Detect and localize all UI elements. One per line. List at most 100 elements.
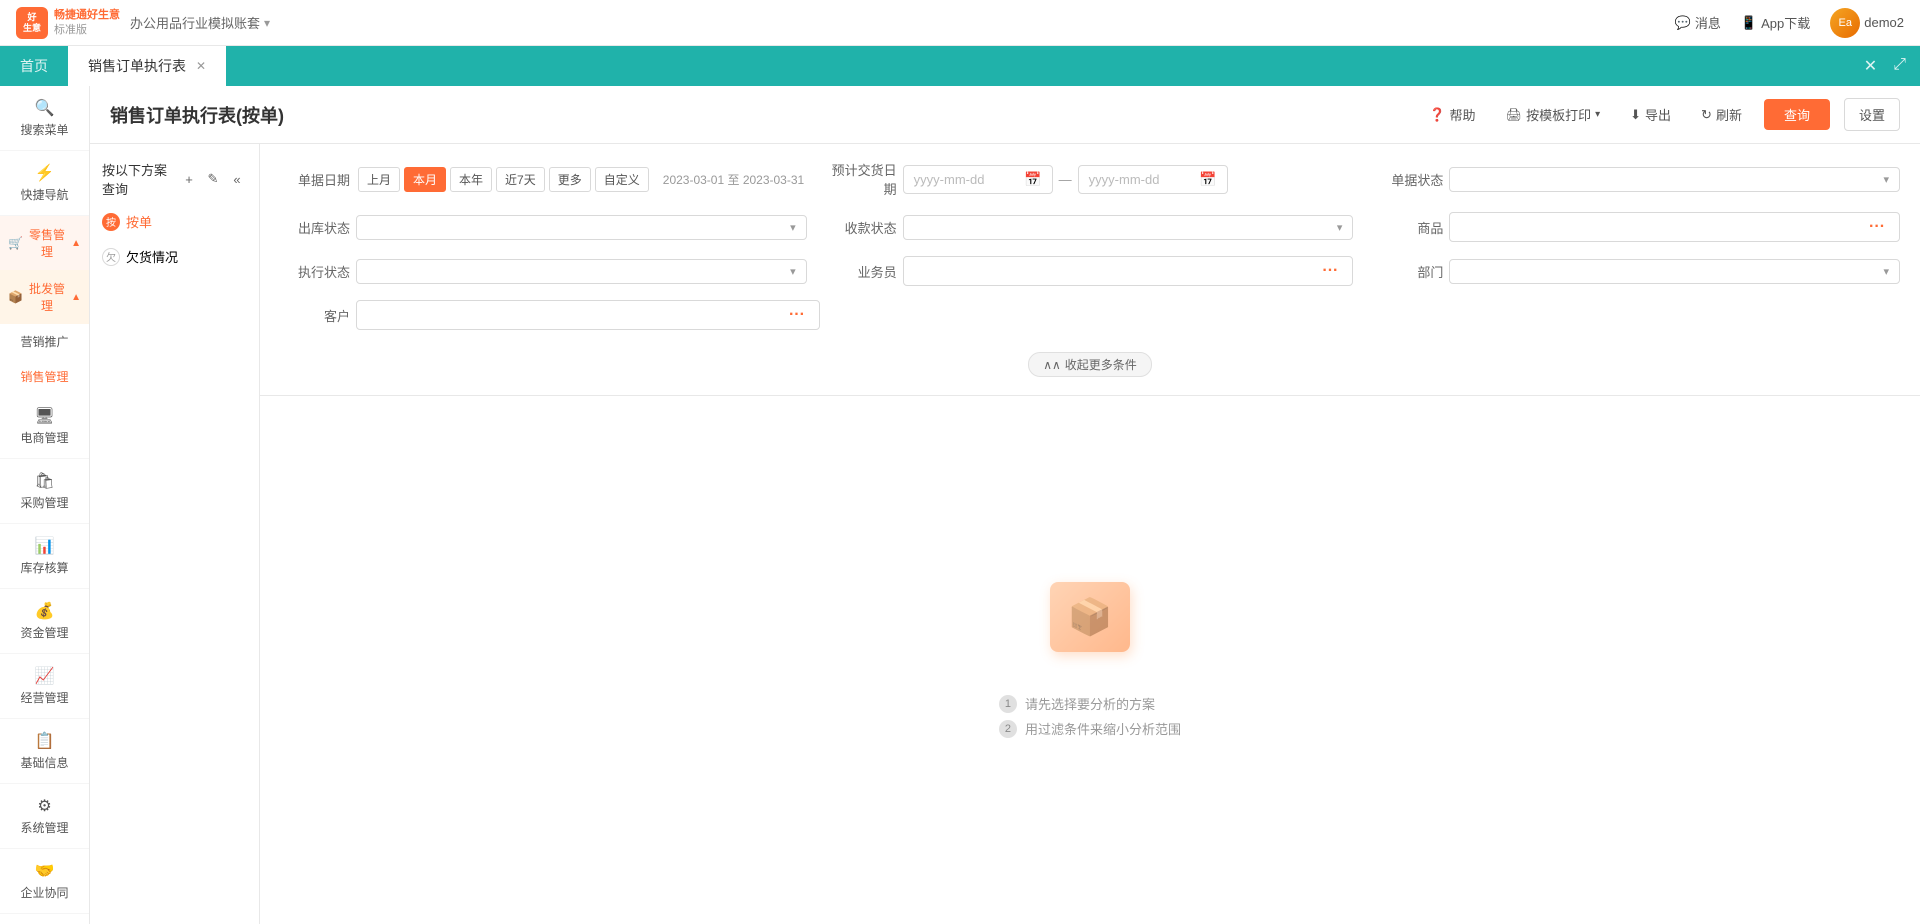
date-btn-custom[interactable]: 自定义 xyxy=(595,167,649,192)
date-range-display: 2023-03-01 至 2023-03-31 xyxy=(663,171,804,188)
shipment-dropdown-icon: ▾ xyxy=(790,221,796,234)
tab-home[interactable]: 首页 xyxy=(0,46,68,86)
order-status-select[interactable]: ▾ xyxy=(1449,167,1900,192)
expected-date-end-input[interactable]: yyyy-mm-dd 📅 xyxy=(1078,165,1228,194)
collapse-filters-button[interactable]: ∧∧ 收起更多条件 xyxy=(1028,352,1152,377)
tab-close-icon[interactable]: ✕ xyxy=(196,59,206,73)
calendar-end-icon: 📅 xyxy=(1199,171,1216,188)
breadcrumb-chevron-icon: ▾ xyxy=(264,16,270,30)
scheme-edit-button[interactable]: ✎ xyxy=(203,169,223,189)
export-button[interactable]: ⬇ 导出 xyxy=(1622,101,1679,128)
execution-dropdown-icon: ▾ xyxy=(790,265,796,278)
empty-state-tips: 1 请先选择要分析的方案 2 用过滤条件来缩小分析范围 xyxy=(999,694,1181,738)
sidebar-subitem-marketing[interactable]: 营销推广 xyxy=(0,324,89,359)
search-icon: 🔍 xyxy=(8,98,81,118)
help-button[interactable]: ❓ 帮助 xyxy=(1421,101,1483,128)
sidebar-item-basic-info[interactable]: 📋 基础信息 xyxy=(0,719,89,784)
finance-icon: 💰 xyxy=(8,601,81,621)
sidebar-item-inventory[interactable]: 📊 库存核算 xyxy=(0,524,89,589)
salesperson-input[interactable]: ··· xyxy=(903,256,1354,286)
print-template-button[interactable]: 🖨 按模板打印 ▾ xyxy=(1498,101,1609,128)
scheme-header-actions: + ✎ « xyxy=(179,169,247,189)
shipment-select[interactable]: ▾ xyxy=(356,215,807,240)
goods-input[interactable]: ··· xyxy=(1449,212,1900,242)
purchase-icon: 🛍 xyxy=(8,471,81,491)
salesperson-filter: 业务员 ··· xyxy=(827,256,1354,286)
page-header-actions: ❓ 帮助 🖨 按模板打印 ▾ ⬇ 导出 ↻ 刷新 查询 设置 xyxy=(1421,98,1900,143)
tip-num-1: 1 xyxy=(999,695,1017,713)
customer-input[interactable]: ··· xyxy=(356,300,820,330)
date-btn-more[interactable]: 更多 xyxy=(549,167,591,192)
customer-label: 客户 xyxy=(280,306,350,325)
collapse-icon: ▲ xyxy=(71,292,81,303)
sidebar-item-newbie[interactable]: 🎯 新手引导 xyxy=(0,914,89,924)
header-right: 💬 消息 📱 App下载 Ea demo2 xyxy=(1675,8,1904,38)
ecommerce-icon: 🖥 xyxy=(8,406,81,426)
sidebar-item-wholesale[interactable]: 📦 批发管理 ▲ xyxy=(0,270,89,324)
breadcrumb[interactable]: 办公用品行业模拟账套 ▾ xyxy=(130,13,270,32)
page-title: 销售订单执行表(按单) xyxy=(110,102,284,140)
execution-select[interactable]: ▾ xyxy=(356,259,807,284)
filter-area: 单据日期 上月 本月 本年 近7天 更多 自定义 2023-03-01 至 20… xyxy=(260,144,1920,396)
sidebar-item-system[interactable]: ⚙ 系统管理 xyxy=(0,784,89,849)
scheme-collapse-button[interactable]: « xyxy=(227,169,247,189)
goods-more-icon[interactable]: ··· xyxy=(1865,218,1889,236)
top-header: 好生意 畅捷通好生意 标准版 办公用品行业模拟账套 ▾ 💬 消息 📱 App下载… xyxy=(0,0,1920,46)
date-btn-this-month[interactable]: 本月 xyxy=(404,167,446,192)
sidebar-subitem-sales[interactable]: 销售管理 xyxy=(0,359,89,394)
date-btn-7days[interactable]: 近7天 xyxy=(496,167,545,192)
sidebar-item-search-menu[interactable]: 🔍 搜索菜单 xyxy=(0,86,89,151)
sidebar-item-enterprise-collab[interactable]: 🤝 企业协同 xyxy=(0,849,89,914)
scheme-add-button[interactable]: + xyxy=(179,169,199,189)
filter-and-content: 按以下方案查询 + ✎ « 按 按单 欠 欠货情况 xyxy=(90,144,1920,924)
shipment-filter: 出库状态 ▾ xyxy=(280,215,807,240)
nav-tabs-bar: 首页 销售订单执行表 ✕ ✕ ⤢ xyxy=(0,46,1920,86)
app-download-button[interactable]: 📱 App下载 xyxy=(1741,13,1810,32)
department-dropdown-icon: ▾ xyxy=(1883,265,1889,278)
scheme-item-shortage[interactable]: 欠 欠货情况 xyxy=(90,239,259,274)
collection-filter: 收款状态 ▾ xyxy=(827,215,1354,240)
sidebar-item-retail[interactable]: 🛒 零售管理 ▲ xyxy=(0,216,89,270)
settings-button[interactable]: 设置 xyxy=(1844,98,1900,131)
scheme-order-icon: 按 xyxy=(102,213,120,231)
sidebar-item-finance[interactable]: 💰 资金管理 xyxy=(0,589,89,654)
wholesale-icon: 📦 xyxy=(8,290,23,304)
app-logo-icon: 好生意 xyxy=(16,7,48,39)
date-btn-last-month[interactable]: 上月 xyxy=(358,167,400,192)
scheme-shortage-icon: 欠 xyxy=(102,248,120,266)
tab-sales-execution[interactable]: 销售订单执行表 ✕ xyxy=(68,46,226,86)
user-profile[interactable]: Ea demo2 xyxy=(1830,8,1904,38)
goods-filter: 商品 ··· xyxy=(1373,212,1900,242)
goods-label: 商品 xyxy=(1373,218,1443,237)
collection-label: 收款状态 xyxy=(827,218,897,237)
customer-more-icon[interactable]: ··· xyxy=(785,306,809,324)
collection-select[interactable]: ▾ xyxy=(903,215,1354,240)
tip-num-2: 2 xyxy=(999,720,1017,738)
filter-row-3: 执行状态 ▾ 业务员 ··· xyxy=(280,256,1900,286)
user-avatar: Ea xyxy=(1830,8,1860,38)
collab-icon: 🤝 xyxy=(8,861,81,881)
sidebar-item-ecommerce[interactable]: 🖥 电商管理 xyxy=(0,394,89,459)
refresh-button[interactable]: ↻ 刷新 xyxy=(1693,101,1750,128)
message-button[interactable]: 💬 消息 xyxy=(1675,13,1721,32)
message-icon: 💬 xyxy=(1675,15,1691,31)
filter-row-4: 客户 ··· xyxy=(280,300,1900,330)
query-button[interactable]: 查询 xyxy=(1764,99,1830,130)
scheme-item-by-order[interactable]: 按 按单 xyxy=(90,204,259,239)
expected-date-start-input[interactable]: yyyy-mm-dd 📅 xyxy=(903,165,1053,194)
date-btn-this-year[interactable]: 本年 xyxy=(450,167,492,192)
salesperson-more-icon[interactable]: ··· xyxy=(1318,262,1342,280)
empty-tip-1: 1 请先选择要分析的方案 xyxy=(999,694,1181,713)
date-filter: 单据日期 上月 本月 本年 近7天 更多 自定义 2023-03-01 至 20… xyxy=(280,167,807,192)
department-select[interactable]: ▾ xyxy=(1449,259,1900,284)
sidebar-item-shortcut-nav[interactable]: ⚡ 快捷导航 xyxy=(0,151,89,216)
sidebar-item-business[interactable]: 📈 经营管理 xyxy=(0,654,89,719)
window-maximize-icon[interactable]: ⤢ xyxy=(1889,52,1910,80)
app-name: 畅捷通好生意 标准版 xyxy=(54,8,120,37)
window-close-icon[interactable]: ✕ xyxy=(1860,52,1881,80)
expected-date-label: 预计交货日期 xyxy=(827,160,897,198)
sidebar-item-purchase[interactable]: 🛍 采购管理 xyxy=(0,459,89,524)
print-dropdown-icon: ▾ xyxy=(1595,109,1600,120)
expected-date-filter: 预计交货日期 yyyy-mm-dd 📅 — yyyy-mm-dd 📅 xyxy=(827,160,1354,198)
help-icon: ❓ xyxy=(1429,107,1445,123)
